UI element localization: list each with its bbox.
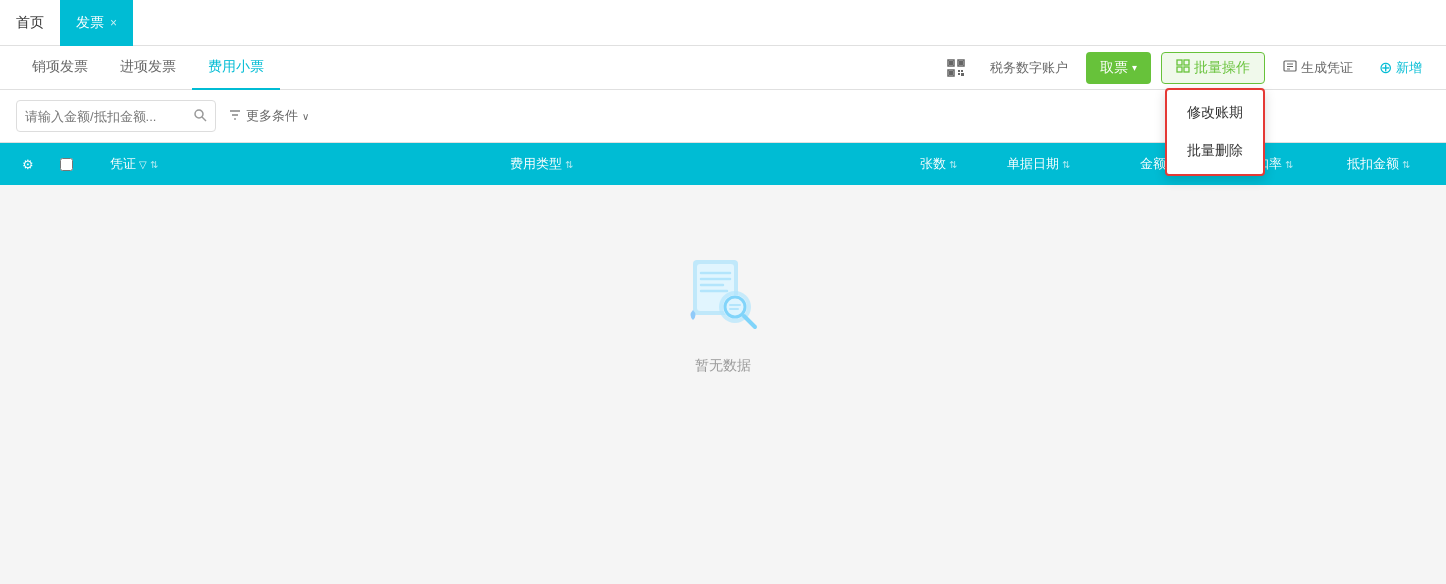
th-checkbox[interactable] xyxy=(48,158,84,171)
th-deduct-sort-icon: ⇅ xyxy=(1402,159,1410,170)
empty-state-text: 暂无数据 xyxy=(695,357,751,375)
svg-rect-12 xyxy=(1177,67,1182,72)
th-voucher-sort-icon: ⇅ xyxy=(150,159,158,170)
filter-icon xyxy=(228,108,242,125)
more-conditions-button[interactable]: 更多条件 ∨ xyxy=(228,107,309,125)
add-icon: ⊕ xyxy=(1379,58,1392,77)
th-date-label: 单据日期 xyxy=(1007,155,1059,173)
search-icon[interactable] xyxy=(193,108,207,125)
batch-operations-container: 批量操作 修改账期 批量删除 xyxy=(1161,52,1265,84)
svg-rect-13 xyxy=(1184,67,1189,72)
take-ticket-dropdown-icon: ▾ xyxy=(1132,62,1137,73)
take-ticket-label: 取票 xyxy=(1100,59,1128,77)
th-expense-type[interactable]: 费用类型 ⇅ xyxy=(184,155,898,173)
svg-rect-7 xyxy=(961,70,963,72)
generate-voucher-button[interactable]: 生成凭证 xyxy=(1275,59,1361,77)
dropdown-item-modify-period[interactable]: 修改账期 xyxy=(1167,94,1263,132)
empty-state-icon xyxy=(673,245,773,345)
th-deduct-amount-label: 抵扣金额 xyxy=(1347,155,1399,173)
th-expense-type-label: 费用类型 xyxy=(510,155,562,173)
th-deduct-amount[interactable]: 抵扣金额 ⇅ xyxy=(1318,155,1438,173)
svg-line-19 xyxy=(202,117,206,121)
tab-expense[interactable]: 费用小票 xyxy=(192,46,280,90)
batch-icon xyxy=(1176,59,1190,76)
batch-operations-label: 批量操作 xyxy=(1194,59,1250,77)
batch-dropdown-menu: 修改账期 批量删除 xyxy=(1165,88,1265,176)
tab-purchase[interactable]: 进项发票 xyxy=(104,46,192,90)
search-input[interactable] xyxy=(25,109,193,124)
svg-point-18 xyxy=(195,110,203,118)
qr-icon xyxy=(946,58,966,78)
svg-rect-10 xyxy=(1177,60,1182,65)
nav-tab-invoice[interactable]: 发票 × xyxy=(60,0,133,46)
tab-sales[interactable]: 销项发票 xyxy=(16,46,104,90)
th-rate-sort-icon: ⇅ xyxy=(1285,159,1293,170)
th-expense-sort-icon: ⇅ xyxy=(565,159,573,170)
qr-button[interactable] xyxy=(940,52,972,84)
th-voucher-filter-icon: ▽ xyxy=(139,159,147,170)
th-gear[interactable]: ⚙ xyxy=(8,157,48,172)
th-amount-label: 金额 xyxy=(1140,155,1166,173)
th-date-sort-icon: ⇅ xyxy=(1062,159,1070,170)
svg-rect-6 xyxy=(958,70,960,72)
toolbar: 税务数字账户 取票 ▾ 批量操作 修改账期 xyxy=(940,52,1430,84)
th-voucher-label: 凭证 xyxy=(110,155,136,173)
top-nav: 首页 发票 × xyxy=(0,0,1446,46)
svg-rect-3 xyxy=(959,61,963,65)
select-all-checkbox[interactable] xyxy=(60,158,73,171)
chevron-down-icon: ∨ xyxy=(302,111,309,122)
th-date[interactable]: 单据日期 ⇅ xyxy=(978,155,1098,173)
nav-tab-invoice-label: 发票 xyxy=(76,14,104,32)
batch-operations-button[interactable]: 批量操作 xyxy=(1161,52,1265,84)
svg-rect-5 xyxy=(949,71,953,75)
svg-rect-8 xyxy=(958,73,960,75)
search-input-wrap xyxy=(16,100,216,132)
svg-rect-1 xyxy=(949,61,953,65)
gear-icon[interactable]: ⚙ xyxy=(22,157,34,172)
nav-tab-invoice-close[interactable]: × xyxy=(110,16,117,30)
empty-state: 暂无数据 xyxy=(0,185,1446,415)
voucher-icon xyxy=(1283,59,1297,76)
tax-digital-account-button[interactable]: 税务数字账户 xyxy=(982,59,1076,77)
sub-tabs-bar: 销项发票 进项发票 费用小票 税务数字账户 取票 xyxy=(0,46,1446,90)
svg-rect-9 xyxy=(961,73,964,76)
th-count-sort-icon: ⇅ xyxy=(949,159,957,170)
th-count-label: 张数 xyxy=(920,155,946,173)
th-voucher[interactable]: 凭证 ▽ ⇅ xyxy=(84,155,184,173)
svg-rect-11 xyxy=(1184,60,1189,65)
more-conditions-label: 更多条件 xyxy=(246,107,298,125)
th-count[interactable]: 张数 ⇅ xyxy=(898,155,978,173)
dropdown-item-batch-delete[interactable]: 批量删除 xyxy=(1167,132,1263,170)
nav-home[interactable]: 首页 xyxy=(0,14,60,32)
add-new-button[interactable]: ⊕ 新增 xyxy=(1371,58,1430,77)
svg-line-32 xyxy=(744,316,755,327)
add-label: 新增 xyxy=(1396,59,1422,77)
take-ticket-button[interactable]: 取票 ▾ xyxy=(1086,52,1151,84)
generate-voucher-label: 生成凭证 xyxy=(1301,59,1353,77)
